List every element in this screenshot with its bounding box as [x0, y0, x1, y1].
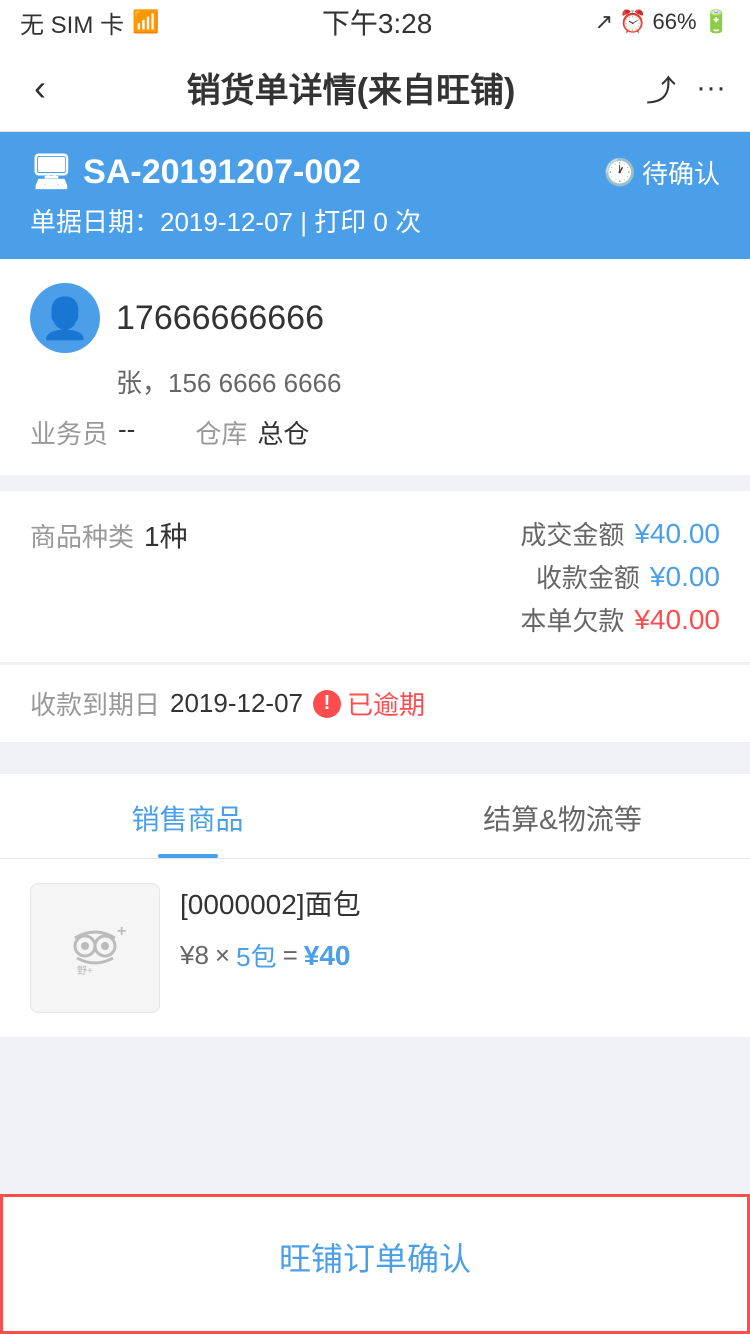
status-text: 待确认 — [642, 154, 720, 191]
customer-phone: 17666666666 — [116, 299, 324, 338]
divider-2 — [0, 742, 750, 758]
more-icon[interactable]: ··· — [696, 71, 726, 105]
confirm-btn-container: 旺铺订单确认 — [0, 1194, 750, 1334]
wifi-icon: 📶 — [132, 9, 159, 35]
payment-value: ¥0.00 — [650, 561, 720, 593]
product-section: + 野+ [0000002]面包 ¥8 × 5包 = ¥40 — [0, 859, 750, 1037]
tabs-container: 销售商品 结算&物流等 — [0, 774, 750, 859]
alarm-icon: ⏰ — [619, 9, 646, 35]
product-thumbnail: + 野+ — [30, 883, 160, 1013]
battery-icon: 🔋 — [703, 9, 730, 35]
payment-label: 收款金额 — [536, 558, 640, 595]
nav-actions: ⤴ ··· — [646, 66, 726, 110]
bottom-spacer — [0, 1037, 750, 1157]
status-bar: 无 SIM 卡 📶 下午3:28 ↗ ⏰ 66% 🔋 — [0, 0, 750, 44]
status-clock-icon: 🕐 — [604, 157, 636, 188]
owed-label: 本单欠款 — [520, 601, 624, 638]
warehouse-label: 仓库 — [195, 414, 247, 451]
overdue-icon: ! — [313, 690, 341, 718]
sales-label: 业务员 — [30, 414, 108, 451]
customer-row: 👤 17666666666 — [30, 283, 720, 353]
order-icon: 🖥 — [30, 152, 73, 192]
overdue-text: 已逾期 — [347, 685, 425, 722]
order-id-text: SA-20191207-002 — [83, 153, 361, 192]
order-header-top: 🖥 SA-20191207-002 🕐 待确认 — [30, 152, 720, 192]
order-id: 🖥 SA-20191207-002 — [30, 152, 361, 192]
due-date-value: 2019-12-07 — [170, 688, 303, 719]
product-name: [0000002]面包 — [180, 883, 720, 923]
transaction-value: ¥40.00 — [634, 518, 720, 550]
product-type-value: 1种 — [144, 515, 188, 555]
avatar: 👤 — [30, 283, 100, 353]
due-section: 收款到期日 2019-12-07 ! 已逾期 — [0, 664, 750, 742]
page-title: 销货单详情(来自旺铺) — [187, 63, 516, 112]
warehouse-value: 总仓 — [257, 414, 309, 451]
tab-sales-product[interactable]: 销售商品 — [0, 774, 375, 858]
battery-text: 66% — [653, 9, 697, 35]
carrier-text: 无 SIM 卡 — [20, 5, 124, 40]
tab-underline — [158, 854, 218, 858]
customer-meta: 业务员 -- 仓库 总仓 — [30, 414, 720, 451]
product-thumb-svg: + 野+ — [55, 918, 135, 978]
sales-meta: 业务员 -- — [30, 414, 135, 451]
avatar-icon: 👤 — [40, 295, 90, 342]
warehouse-meta: 仓库 总仓 — [195, 414, 309, 451]
location-icon: ↗ — [595, 9, 613, 35]
amount-row: 商品种类 1种 成交金额 ¥40.00 收款金额 ¥0.00 本单欠款 ¥40.… — [30, 515, 720, 638]
product-item: + 野+ [0000002]面包 ¥8 × 5包 = ¥40 — [30, 883, 720, 1013]
customer-name: 张，156 6666 6666 — [116, 363, 720, 400]
confirm-order-button[interactable]: 旺铺订单确认 — [33, 1213, 717, 1301]
product-info: [0000002]面包 ¥8 × 5包 = ¥40 — [180, 883, 720, 974]
nav-bar: ‹ 销货单详情(来自旺铺) ⤴ ··· — [0, 44, 750, 132]
amount-right: 成交金额 ¥40.00 收款金额 ¥0.00 本单欠款 ¥40.00 — [520, 515, 720, 638]
unit-price: ¥8 — [180, 940, 209, 971]
transaction-line: 成交金额 ¥40.00 — [520, 515, 720, 552]
order-header: 🖥 SA-20191207-002 🕐 待确认 单据日期：2019-12-07 … — [0, 132, 750, 259]
transaction-label: 成交金额 — [520, 515, 624, 552]
tab-settlement-label: 结算&物流等 — [483, 804, 642, 835]
product-type-label: 商品种类 — [30, 517, 134, 554]
svg-text:野+: 野+ — [77, 965, 93, 977]
status-left: 无 SIM 卡 📶 — [20, 5, 159, 40]
amount-section: 商品种类 1种 成交金额 ¥40.00 收款金额 ¥0.00 本单欠款 ¥40.… — [0, 491, 750, 662]
status-right: ↗ ⏰ 66% 🔋 — [595, 9, 730, 35]
owed-line: 本单欠款 ¥40.00 — [520, 601, 720, 638]
quantity: 5包 — [236, 937, 276, 974]
owed-value: ¥40.00 — [634, 604, 720, 636]
tab-sales-label: 销售商品 — [131, 804, 243, 835]
overdue-badge: ! 已逾期 — [313, 685, 425, 722]
customer-section: 👤 17666666666 张，156 6666 6666 业务员 -- 仓库 … — [0, 259, 750, 475]
order-date: 单据日期：2019-12-07 | 打印 0 次 — [30, 202, 720, 239]
multiplier: × — [215, 940, 230, 971]
payment-line: 收款金额 ¥0.00 — [536, 558, 720, 595]
product-type: 商品种类 1种 — [30, 515, 188, 555]
svg-text:+: + — [117, 923, 126, 940]
total-price: ¥40 — [304, 940, 351, 972]
equals: = — [283, 940, 298, 971]
back-button[interactable]: ‹ — [24, 57, 56, 119]
due-label: 收款到期日 — [30, 685, 160, 722]
time-display: 下午3:28 — [322, 2, 433, 42]
tab-settlement[interactable]: 结算&物流等 — [375, 774, 750, 858]
order-status: 🕐 待确认 — [604, 154, 720, 191]
share-icon[interactable]: ⤴ — [646, 66, 676, 110]
divider-1 — [0, 475, 750, 491]
product-price: ¥8 × 5包 = ¥40 — [180, 937, 720, 974]
sales-value: -- — [118, 414, 135, 451]
